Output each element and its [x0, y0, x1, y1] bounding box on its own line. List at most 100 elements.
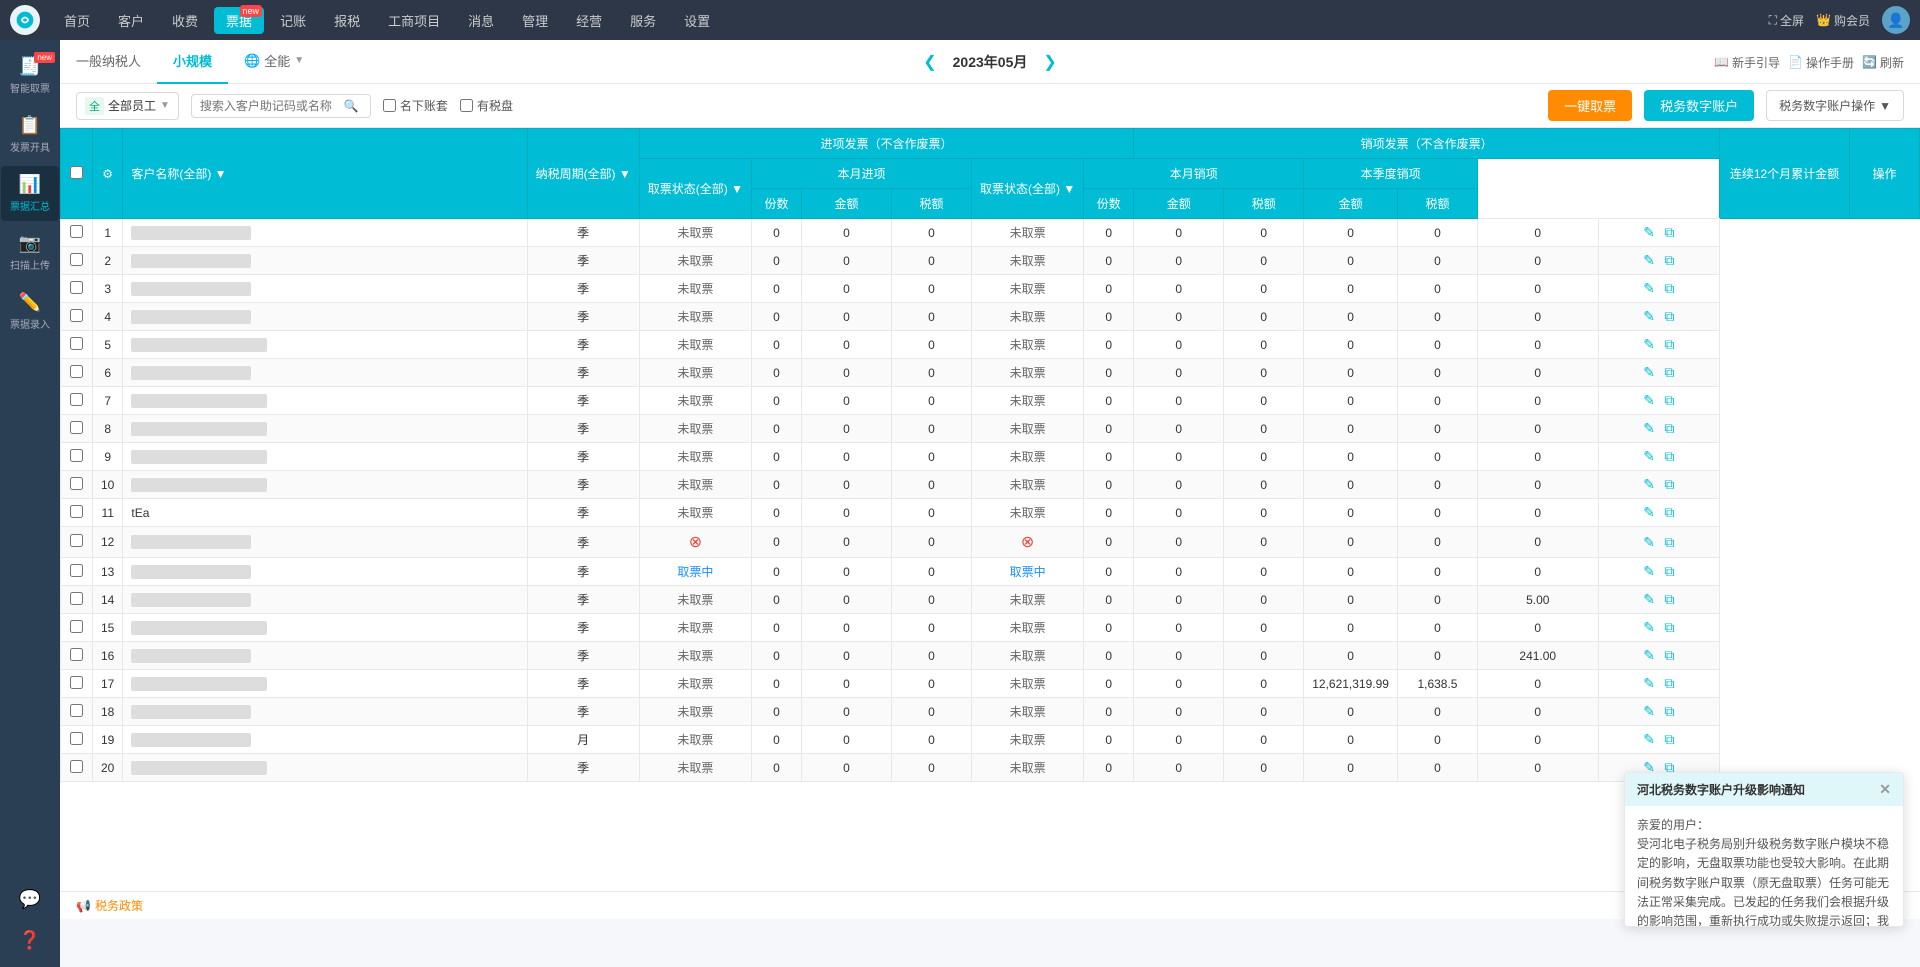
copy-btn[interactable]: ⧉ [1664, 731, 1674, 747]
member-btn[interactable]: 👑 购会员 [1816, 12, 1870, 29]
next-month-btn[interactable]: ❯ [1037, 50, 1062, 74]
sidebar-item-scan[interactable]: 📷 扫描上传 [1, 225, 59, 280]
nav-ticket[interactable]: 票据 new [214, 7, 264, 34]
edit-btn[interactable]: ✎ [1643, 504, 1655, 520]
copy-btn[interactable]: ⧉ [1664, 591, 1674, 607]
taxdisk-checkbox[interactable] [460, 99, 473, 112]
nav-accounting[interactable]: 记账 [268, 7, 318, 34]
edit-btn[interactable]: ✎ [1643, 675, 1655, 691]
row-checkbox[interactable] [70, 449, 83, 462]
sidebar-item-chat[interactable]: 💬 [1, 881, 59, 918]
nav-tax[interactable]: 报税 [322, 7, 372, 34]
copy-btn[interactable]: ⧉ [1664, 647, 1674, 663]
row-checkbox[interactable] [70, 421, 83, 434]
copy-btn[interactable]: ⧉ [1664, 224, 1674, 240]
edit-btn[interactable]: ✎ [1643, 448, 1655, 464]
copy-btn[interactable]: ⧉ [1664, 420, 1674, 436]
account-checkbox[interactable] [383, 99, 396, 112]
nav-fee[interactable]: 收费 [160, 7, 210, 34]
nav-business[interactable]: 工商项目 [376, 7, 452, 34]
copy-btn[interactable]: ⧉ [1664, 252, 1674, 268]
notif-close-btn[interactable]: ✕ [1879, 781, 1891, 798]
edit-btn[interactable]: ✎ [1643, 392, 1655, 408]
nav-settings[interactable]: 设置 [672, 7, 722, 34]
row-checkbox[interactable] [70, 676, 83, 689]
copy-btn[interactable]: ⧉ [1664, 280, 1674, 296]
checkbox-taxdisk[interactable]: 有税盘 [460, 97, 513, 114]
copy-btn[interactable]: ⧉ [1664, 703, 1674, 719]
refresh-btn[interactable]: 🔄 刷新 [1862, 54, 1904, 71]
copy-btn[interactable]: ⧉ [1664, 675, 1674, 691]
sidebar-item-help[interactable]: ❓ [1, 922, 59, 959]
row-checkbox[interactable] [70, 281, 83, 294]
copy-btn[interactable]: ⧉ [1664, 504, 1674, 520]
prev-month-btn[interactable]: ❮ [917, 50, 942, 74]
staff-select[interactable]: 全 全部员工 ▼ [76, 92, 179, 120]
copy-btn[interactable]: ⧉ [1664, 448, 1674, 464]
checkbox-account[interactable]: 名下账套 [383, 97, 448, 114]
tab-small-scale[interactable]: 小规模 [157, 40, 228, 84]
row-checkbox[interactable] [70, 253, 83, 266]
tax-policy-link[interactable]: 📢 税务政策 [76, 897, 143, 914]
nav-message[interactable]: 消息 [456, 7, 506, 34]
edit-btn[interactable]: ✎ [1643, 336, 1655, 352]
row-checkbox[interactable] [70, 564, 83, 577]
row-checkbox[interactable] [70, 760, 83, 773]
fullscreen-btn[interactable]: ⛶ 全屏 [1769, 12, 1804, 29]
copy-btn[interactable]: ⧉ [1664, 534, 1674, 550]
copy-btn[interactable]: ⧉ [1664, 392, 1674, 408]
row-checkbox[interactable] [70, 704, 83, 717]
one-click-btn[interactable]: 一键取票 [1548, 90, 1632, 121]
edit-btn[interactable]: ✎ [1643, 563, 1655, 579]
nav-service[interactable]: 服务 [618, 7, 668, 34]
row-checkbox[interactable] [70, 365, 83, 378]
row-checkbox[interactable] [70, 225, 83, 238]
row-checkbox[interactable] [70, 337, 83, 350]
manual-btn[interactable]: 📄 操作手册 [1788, 54, 1854, 71]
row-checkbox[interactable] [70, 592, 83, 605]
app-logo[interactable] [10, 5, 40, 35]
sidebar-item-entry[interactable]: ✏️ 票据录入 [1, 284, 59, 339]
new-guide-btn[interactable]: 📖 新手引导 [1714, 54, 1780, 71]
sidebar-item-invoice-open[interactable]: 📋 发票开具 [1, 107, 59, 162]
search-input[interactable] [200, 99, 340, 113]
row-checkbox[interactable] [70, 732, 83, 745]
search-icon[interactable]: 🔍 [344, 99, 359, 113]
digital-account-btn[interactable]: 税务数字账户 [1644, 90, 1754, 121]
edit-btn[interactable]: ✎ [1643, 364, 1655, 380]
row-checkbox[interactable] [70, 477, 83, 490]
copy-btn[interactable]: ⧉ [1664, 619, 1674, 635]
settings-icon[interactable]: ⚙ [102, 167, 113, 181]
select-all-checkbox[interactable] [70, 166, 83, 179]
nav-manage[interactable]: 管理 [510, 7, 560, 34]
edit-btn[interactable]: ✎ [1643, 731, 1655, 747]
edit-btn[interactable]: ✎ [1643, 252, 1655, 268]
row-checkbox[interactable] [70, 648, 83, 661]
digital-ops-btn[interactable]: 税务数字账户操作 ▼ [1766, 90, 1904, 121]
edit-btn[interactable]: ✎ [1643, 591, 1655, 607]
edit-btn[interactable]: ✎ [1643, 280, 1655, 296]
row-checkbox[interactable] [70, 309, 83, 322]
edit-btn[interactable]: ✎ [1643, 476, 1655, 492]
copy-btn[interactable]: ⧉ [1664, 563, 1674, 579]
nav-home[interactable]: 首页 [52, 7, 102, 34]
edit-btn[interactable]: ✎ [1643, 619, 1655, 635]
row-checkbox[interactable] [70, 393, 83, 406]
user-avatar[interactable]: 👤 [1882, 6, 1910, 34]
edit-btn[interactable]: ✎ [1643, 703, 1655, 719]
edit-btn[interactable]: ✎ [1643, 420, 1655, 436]
nav-client[interactable]: 客户 [106, 7, 156, 34]
edit-btn[interactable]: ✎ [1643, 647, 1655, 663]
row-checkbox[interactable] [70, 534, 83, 547]
tab-all[interactable]: 🌐 全能 ▼ [228, 40, 320, 84]
tab-general-taxpayer[interactable]: 一般纳税人 [60, 40, 157, 84]
row-checkbox[interactable] [70, 620, 83, 633]
sidebar-item-invoice-summary[interactable]: 📊 票据汇总 [1, 166, 59, 221]
edit-btn[interactable]: ✎ [1643, 308, 1655, 324]
edit-btn[interactable]: ✎ [1643, 534, 1655, 550]
copy-btn[interactable]: ⧉ [1664, 364, 1674, 380]
row-checkbox[interactable] [70, 505, 83, 518]
copy-btn[interactable]: ⧉ [1664, 308, 1674, 324]
nav-operation[interactable]: 经营 [564, 7, 614, 34]
copy-btn[interactable]: ⧉ [1664, 476, 1674, 492]
